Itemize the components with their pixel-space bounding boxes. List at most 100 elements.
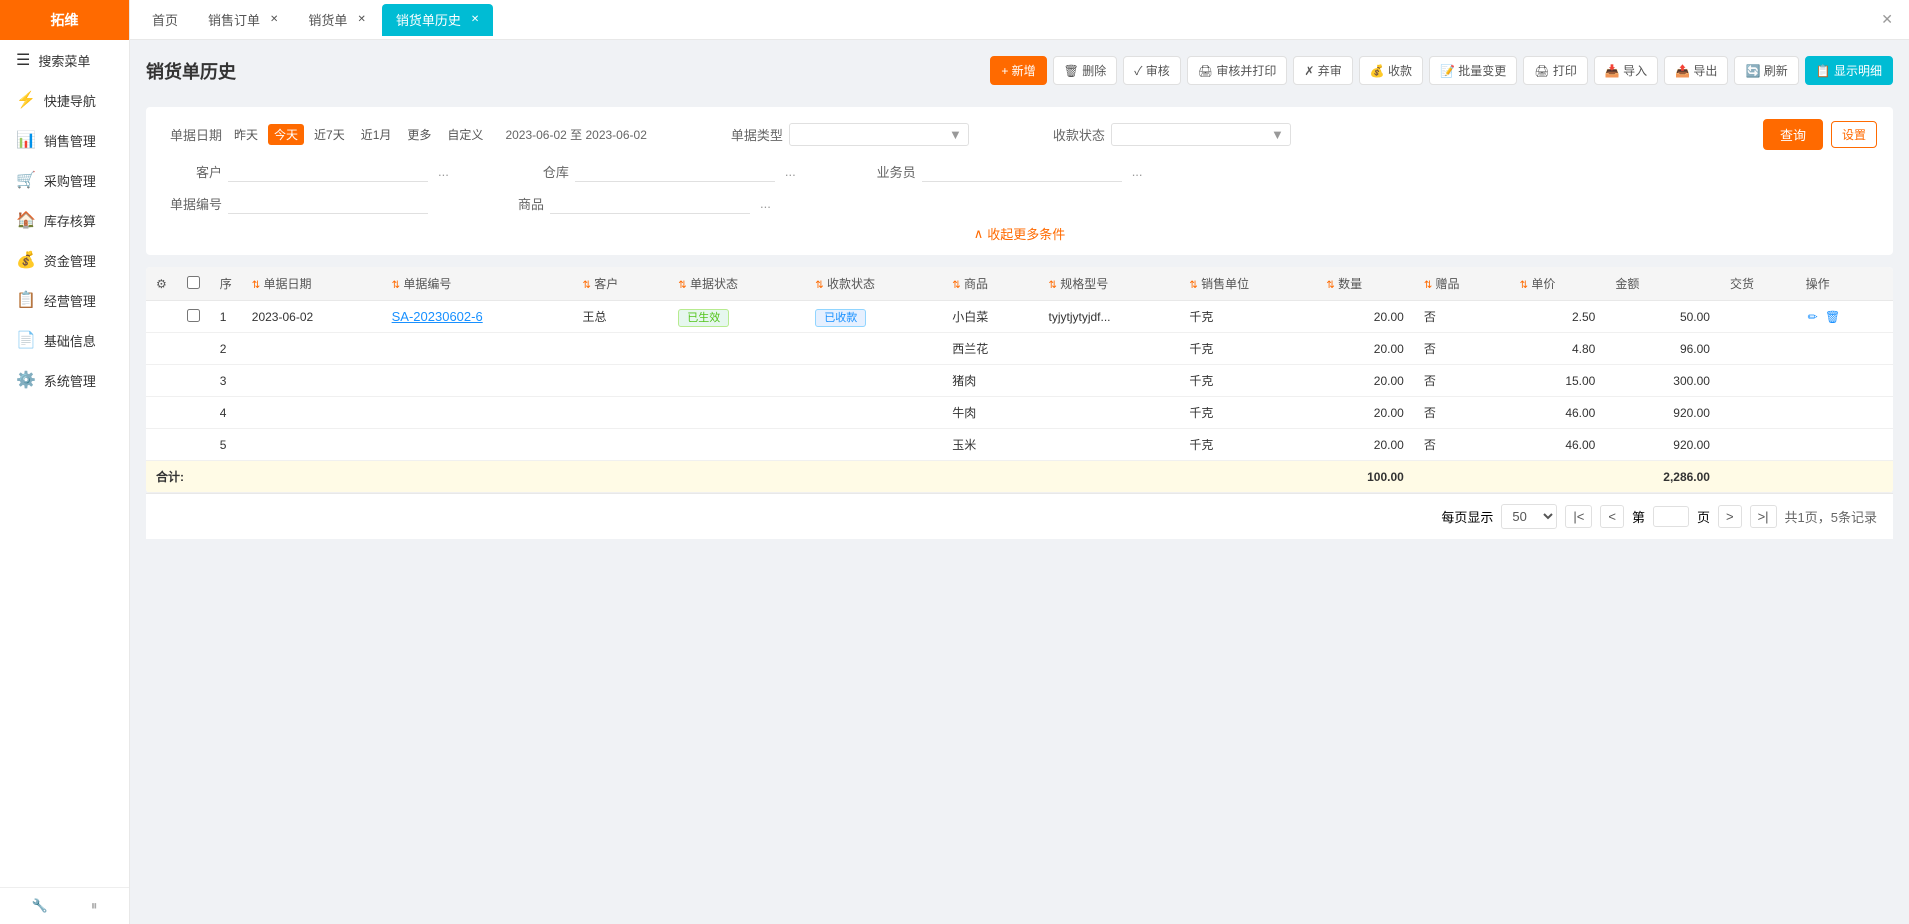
table-body: 12023-06-02SA-20230602-6王总已生效已收款小白菜tyjyt… — [146, 301, 1893, 461]
sidebar-item-sales-mgmt[interactable]: 📊 销售管理 — [0, 120, 129, 160]
total-qty: 100.00 — [1316, 461, 1413, 493]
col-customer[interactable]: ⇅ 客户 — [572, 267, 668, 301]
page-number-input[interactable]: 1 — [1653, 506, 1689, 527]
row-unit: 千克 — [1179, 397, 1316, 429]
date-label: 单据日期 — [162, 125, 222, 144]
col-price[interactable]: ⇅ 单价 — [1510, 267, 1606, 301]
select-all-checkbox[interactable] — [187, 276, 200, 289]
row-date — [242, 333, 382, 365]
collect-button[interactable]: 💰 收款 — [1359, 56, 1423, 85]
action-删除[interactable]: 🗑 — [1825, 310, 1840, 324]
print-button[interactable]: 🖨 打印 — [1523, 56, 1588, 85]
row-collect-status — [805, 333, 942, 365]
date-today[interactable]: 今天 — [268, 124, 304, 145]
batch-change-button[interactable]: 📝 批量变更 — [1429, 56, 1517, 85]
salesman-ellipsis[interactable]: ... — [1128, 162, 1147, 181]
col-collect-status[interactable]: ⇅ 收款状态 — [805, 267, 942, 301]
sidebar-item-search-menu[interactable]: ☰ 搜索菜单 — [0, 40, 129, 80]
tab-sales-delivery[interactable]: 销货单 ✕ — [294, 4, 379, 36]
tab-sales-order[interactable]: 销售订单 ✕ — [194, 4, 292, 36]
collect-status-badge: 已收款 — [815, 309, 866, 327]
sidebar-item-finance[interactable]: 💰 资金管理 — [0, 240, 129, 280]
col-doc-status[interactable]: ⇅ 单据状态 — [668, 267, 805, 301]
new-button[interactable]: + 新增 — [990, 56, 1046, 85]
sidebar-item-inventory[interactable]: 🏠 库存核算 — [0, 200, 129, 240]
sidebar-item-quick-nav[interactable]: ⚡ 快捷导航 — [0, 80, 129, 120]
col-delivery: 交货 — [1720, 267, 1796, 301]
sidebar-item-purchase-mgmt[interactable]: 🛒 采购管理 — [0, 160, 129, 200]
row-date — [242, 365, 382, 397]
settings-button[interactable]: 设置 — [1831, 121, 1877, 148]
sidebar-bottom-icon1[interactable]: 🔧 — [32, 898, 48, 914]
sidebar-item-base-info[interactable]: 📄 基础信息 — [0, 320, 129, 360]
date-7days[interactable]: 近7天 — [308, 124, 351, 145]
row-checkbox-input[interactable] — [187, 309, 200, 322]
customer-input[interactable] — [228, 160, 428, 182]
next-page-button[interactable]: > — [1718, 505, 1742, 528]
date-more[interactable]: 更多 — [401, 124, 437, 145]
sidebar-item-operations[interactable]: 📋 经营管理 — [0, 280, 129, 320]
prev-page-button[interactable]: < — [1600, 505, 1624, 528]
row-product: 猪肉 — [942, 365, 1038, 397]
col-actions: 操作 — [1796, 267, 1893, 301]
import-button[interactable]: 📥 导入 — [1594, 56, 1658, 85]
show-detail-button[interactable]: 📋 显示明细 — [1805, 56, 1893, 85]
row-docno — [382, 365, 573, 397]
filter-doc-type: 单据类型 ▼ — [723, 123, 969, 146]
tab-sales-history-close[interactable]: ✕ — [471, 14, 479, 25]
col-date[interactable]: ⇅ 单据日期 — [242, 267, 382, 301]
salesman-input[interactable] — [922, 160, 1122, 182]
col-settings[interactable]: ⚙ — [146, 267, 177, 301]
tab-sales-delivery-close[interactable]: ✕ — [357, 14, 365, 25]
tab-home[interactable]: 首页 — [138, 4, 192, 36]
table-row: 4牛肉千克20.00否46.00920.00 — [146, 397, 1893, 429]
product-input[interactable] — [550, 192, 750, 214]
row-amount: 96.00 — [1605, 333, 1720, 365]
query-button[interactable]: 查询 — [1763, 119, 1823, 150]
page-label: 第 — [1632, 507, 1645, 526]
row-gear — [146, 333, 177, 365]
customer-ellipsis[interactable]: ... — [434, 162, 453, 181]
row-spec — [1038, 365, 1179, 397]
col-checkbox[interactable] — [177, 267, 210, 301]
tab-sales-history[interactable]: 销货单历史 ✕ — [382, 4, 493, 36]
page-size-select[interactable]: 50 100 200 — [1501, 504, 1557, 529]
row-docno: SA-20230602-6 — [382, 301, 573, 333]
tab-sales-order-close[interactable]: ✕ — [270, 14, 278, 25]
col-gift[interactable]: ⇅ 赠品 — [1414, 267, 1510, 301]
approve-button[interactable]: ✓ 审核 — [1123, 56, 1181, 85]
refresh-button[interactable]: 🔄 刷新 — [1734, 56, 1798, 85]
warehouse-label: 仓库 — [509, 162, 569, 181]
date-yesterday[interactable]: 昨天 — [228, 124, 264, 145]
action-编辑[interactable]: ✏ — [1808, 310, 1818, 324]
row-spec — [1038, 429, 1179, 461]
tab-close-all[interactable]: ✕ — [1873, 7, 1901, 32]
doc-no-link[interactable]: SA-20230602-6 — [392, 309, 483, 324]
col-spec[interactable]: ⇅ 规格型号 — [1038, 267, 1179, 301]
collapse-button[interactable]: ∧ 收起更多条件 — [162, 224, 1877, 243]
sidebar-item-sys-mgmt[interactable]: ⚙️ 系统管理 — [0, 360, 129, 400]
sidebar-item-label: 资金管理 — [44, 251, 96, 270]
row-spec — [1038, 333, 1179, 365]
date-custom[interactable]: 自定义 — [441, 124, 489, 145]
tab-sales-order-label: 销售订单 — [208, 10, 260, 29]
date-1month[interactable]: 近1月 — [355, 124, 398, 145]
export-button[interactable]: 📤 导出 — [1664, 56, 1728, 85]
doc-type-select[interactable]: ▼ — [789, 123, 969, 146]
col-docno[interactable]: ⇅ 单据编号 — [382, 267, 573, 301]
sidebar-bottom-icon2[interactable]: ⏸ — [91, 898, 98, 914]
doc-no-input[interactable] — [228, 192, 428, 214]
collect-status-select[interactable]: ▼ — [1111, 123, 1291, 146]
delete-button[interactable]: 🗑 删除 — [1053, 56, 1118, 85]
col-unit[interactable]: ⇅ 销售单位 — [1179, 267, 1316, 301]
doc-no-label: 单据编号 — [162, 194, 222, 213]
warehouse-ellipsis[interactable]: ... — [781, 162, 800, 181]
product-ellipsis[interactable]: ... — [756, 194, 775, 213]
first-page-button[interactable]: |< — [1565, 505, 1592, 528]
warehouse-input[interactable] — [575, 160, 775, 182]
col-product[interactable]: ⇅ 商品 — [942, 267, 1038, 301]
col-qty[interactable]: ⇅ 数量 — [1316, 267, 1413, 301]
abandon-button[interactable]: ✗ 弃审 — [1293, 56, 1352, 85]
last-page-button[interactable]: >| — [1750, 505, 1777, 528]
approve-print-button[interactable]: 🖨 审核并打印 — [1187, 56, 1288, 85]
